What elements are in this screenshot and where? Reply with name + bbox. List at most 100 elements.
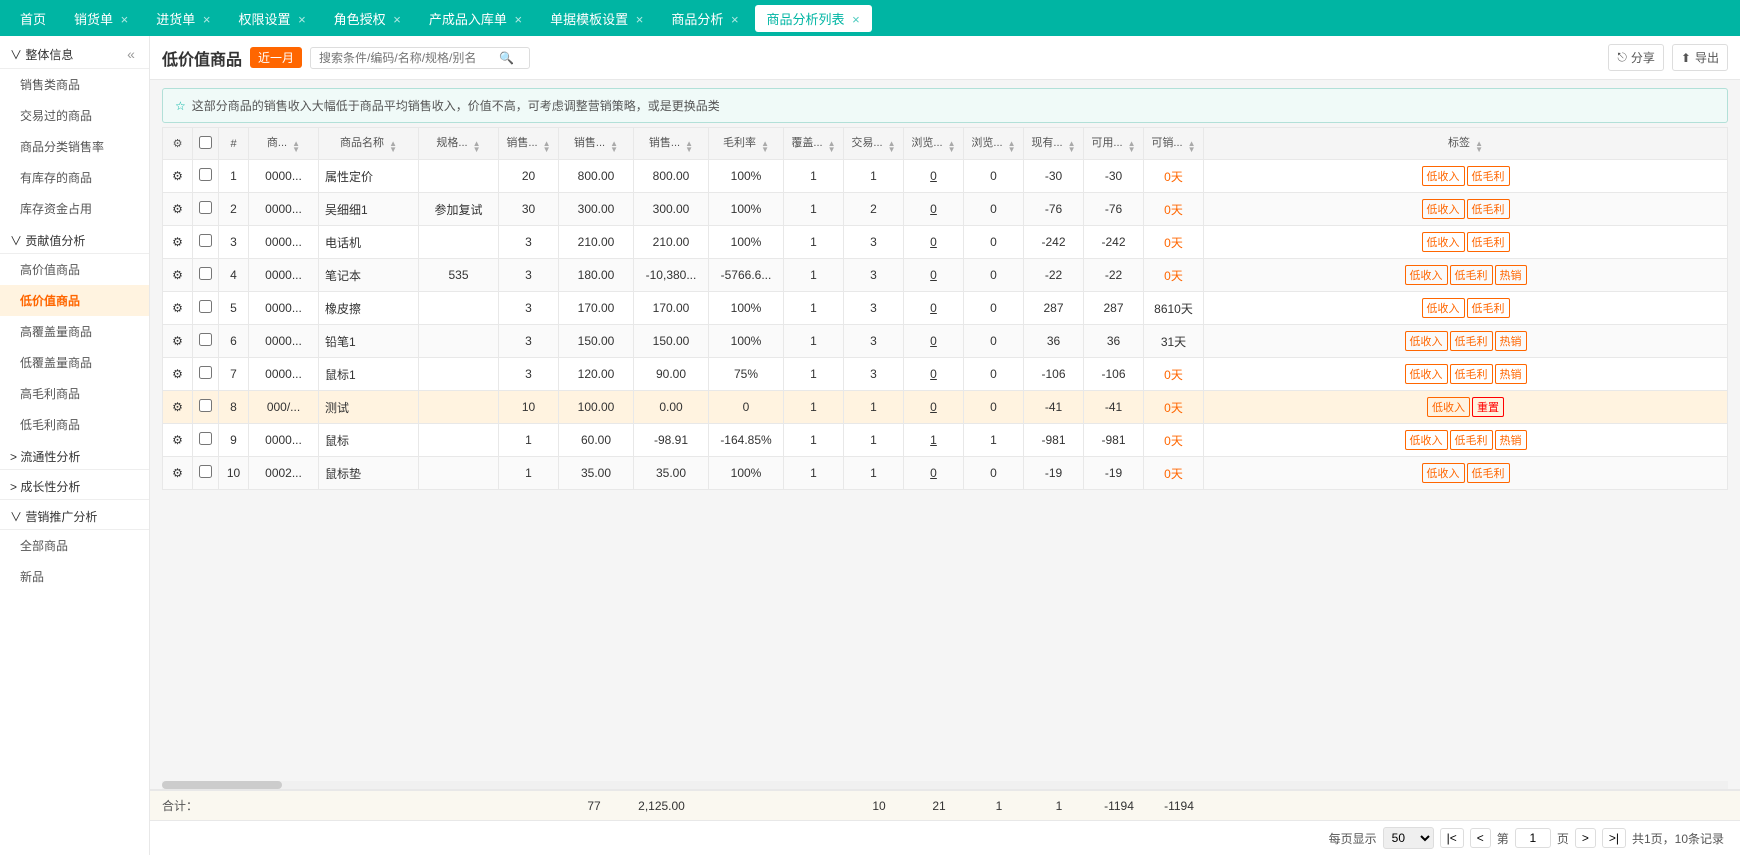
prev-page-button[interactable]: < [1470,828,1491,848]
table-scrollbar[interactable] [162,781,1728,789]
browse1-link[interactable]: 0 [930,400,937,414]
nav-product-analysis-list[interactable]: 商品分析列表 × [755,5,872,32]
nav-product-storage[interactable]: 产成品入库单 × [417,5,534,32]
settings-icon[interactable]: ⚙ [163,226,193,259]
row-browse1[interactable]: 0 [904,193,964,226]
settings-icon[interactable]: ⚙ [163,160,193,193]
col-spec[interactable]: 规格... ▲▼ [419,128,499,160]
row-browse1[interactable]: 0 [904,391,964,424]
col-sales-amount[interactable]: 销售... ▲▼ [634,128,709,160]
last-page-button[interactable]: >| [1602,828,1626,848]
row-select-checkbox[interactable] [199,432,212,445]
browse1-link[interactable]: 0 [930,169,937,183]
row-browse1[interactable]: 1 [904,424,964,457]
sidebar-item-stocked-goods[interactable]: 有库存的商品 [0,162,149,193]
sidebar-item-high-coverage[interactable]: 高覆盖量商品 [0,316,149,347]
settings-icon[interactable]: ⚙ [163,259,193,292]
sidebar-item-traded-goods[interactable]: 交易过的商品 [0,100,149,131]
col-transaction[interactable]: 交易... ▲▼ [844,128,904,160]
row-checkbox[interactable] [193,325,219,358]
row-browse1[interactable]: 0 [904,160,964,193]
row-browse1[interactable]: 0 [904,259,964,292]
col-current-stock[interactable]: 现有... ▲▼ [1024,128,1084,160]
row-select-checkbox[interactable] [199,300,212,313]
row-checkbox[interactable] [193,457,219,490]
sidebar-item-high-margin[interactable]: 高毛利商品 [0,378,149,409]
browse1-link[interactable]: 0 [930,367,937,381]
settings-icon[interactable]: ⚙ [163,292,193,325]
sidebar-item-sales-goods[interactable]: 销售类商品 [0,69,149,100]
settings-icon[interactable]: ⚙ [163,424,193,457]
first-page-button[interactable]: |< [1440,828,1464,848]
nav-product-analysis[interactable]: 商品分析 × [659,5,750,32]
sidebar-item-high-value[interactable]: 高价值商品 [0,254,149,285]
col-name[interactable]: 商品名称 ▲▼ [319,128,419,160]
row-select-checkbox[interactable] [199,333,212,346]
col-sales-price[interactable]: 销售... ▲▼ [559,128,634,160]
close-icon[interactable]: × [298,12,306,27]
nav-sales-order[interactable]: 销货单 × [62,5,140,32]
close-icon[interactable]: × [121,12,129,27]
row-checkbox[interactable] [193,226,219,259]
sidebar-item-new-goods[interactable]: 新品 [0,561,149,592]
row-checkbox[interactable] [193,358,219,391]
row-select-checkbox[interactable] [199,234,212,247]
close-icon[interactable]: × [852,12,860,27]
settings-icon[interactable]: ⚙ [163,325,193,358]
close-icon[interactable]: × [203,12,211,27]
row-checkbox[interactable] [193,424,219,457]
browse1-link[interactable]: 1 [930,433,937,447]
row-browse1[interactable]: 0 [904,457,964,490]
nav-template-settings[interactable]: 单据模板设置 × [538,5,655,32]
col-code[interactable]: 商... ▲▼ [249,128,319,160]
search-input[interactable] [319,51,499,65]
row-browse1[interactable]: 0 [904,358,964,391]
settings-icon[interactable]: ⚙ [163,358,193,391]
row-checkbox[interactable] [193,292,219,325]
browse1-link[interactable]: 0 [930,466,937,480]
row-select-checkbox[interactable] [199,168,212,181]
row-select-checkbox[interactable] [199,366,212,379]
col-sales-qty[interactable]: 销售... ▲▼ [499,128,559,160]
row-browse1[interactable]: 0 [904,226,964,259]
sidebar-item-low-value[interactable]: 低价值商品 [0,285,149,316]
col-available[interactable]: 可用... ▲▼ [1084,128,1144,160]
close-icon[interactable]: × [731,12,739,27]
search-icon[interactable]: 🔍 [499,51,514,65]
row-select-checkbox[interactable] [199,465,212,478]
browse1-link[interactable]: 0 [930,202,937,216]
row-select-checkbox[interactable] [199,399,212,412]
col-browse1[interactable]: 浏览... ▲▼ [904,128,964,160]
row-checkbox[interactable] [193,193,219,226]
row-checkbox[interactable] [193,391,219,424]
row-browse1[interactable]: 0 [904,325,964,358]
col-sellable[interactable]: 可销... ▲▼ [1144,128,1204,160]
sidebar-item-all-goods[interactable]: 全部商品 [0,530,149,561]
close-icon[interactable]: × [515,12,523,27]
row-browse1[interactable]: 0 [904,292,964,325]
row-checkbox[interactable] [193,259,219,292]
export-button[interactable]: ⬆ 导出 [1672,44,1728,71]
select-all-checkbox[interactable] [199,136,212,149]
nav-permissions[interactable]: 权限设置 × [226,5,317,32]
next-page-button[interactable]: > [1575,828,1596,848]
col-settings[interactable]: ⚙ [163,128,193,160]
sidebar-item-low-margin[interactable]: 低毛利商品 [0,409,149,440]
page-size-select[interactable]: 50 100 200 [1383,827,1434,849]
table-scroll-thumb[interactable] [162,781,282,789]
browse1-link[interactable]: 0 [930,301,937,315]
row-select-checkbox[interactable] [199,201,212,214]
share-button[interactable]: ⎋ 分享 [1608,44,1664,71]
settings-icon[interactable]: ⚙ [163,391,193,424]
settings-icon[interactable]: ⚙ [163,457,193,490]
row-select-checkbox[interactable] [199,267,212,280]
col-tags[interactable]: 标签 ▲▼ [1204,128,1728,160]
nav-purchase-order[interactable]: 进货单 × [144,5,222,32]
sidebar-collapse-button[interactable]: « [121,44,141,64]
col-browse2[interactable]: 浏览... ▲▼ [964,128,1024,160]
sidebar-item-inventory-capital[interactable]: 库存资金占用 [0,193,149,224]
nav-role-auth[interactable]: 角色授权 × [322,5,413,32]
col-coverage[interactable]: 覆盖... ▲▼ [784,128,844,160]
close-icon[interactable]: × [636,12,644,27]
sidebar-item-category-sales[interactable]: 商品分类销售率 [0,131,149,162]
